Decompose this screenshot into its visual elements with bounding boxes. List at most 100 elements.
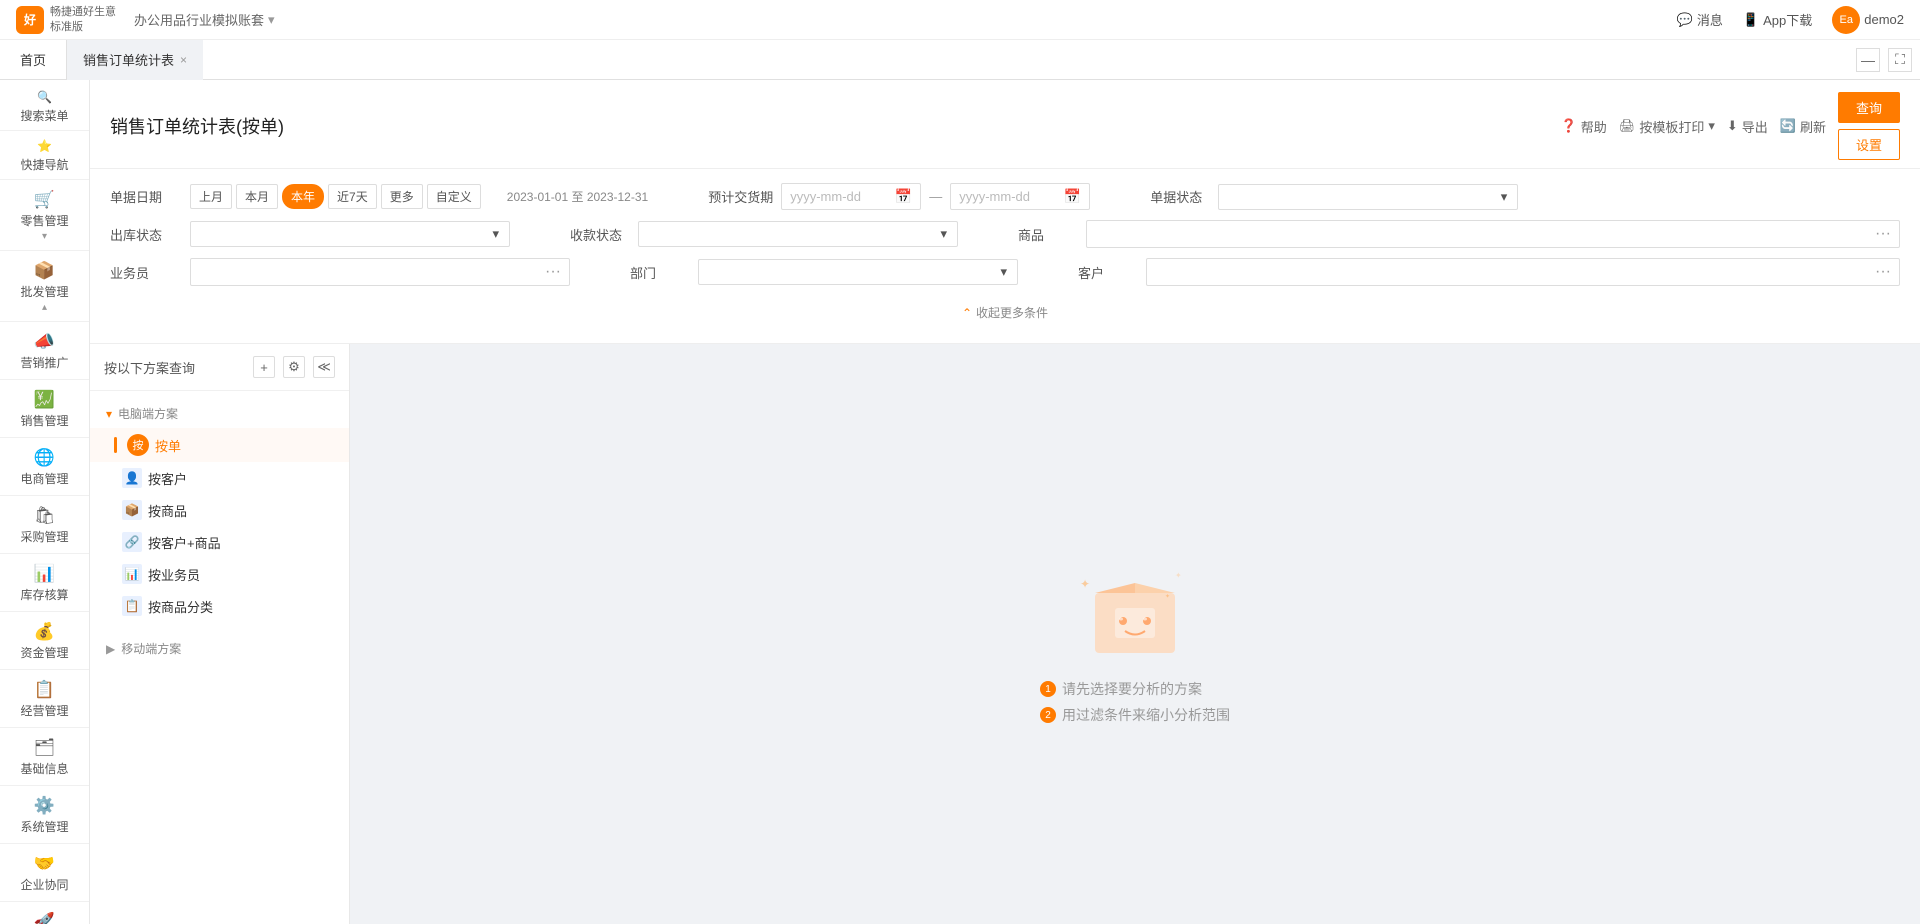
sidebar-item-basicinfo[interactable]: 🗂 基础信息 [0, 728, 89, 786]
expected-date-label: 预计交货期 [708, 187, 773, 206]
tree-node-by-category[interactable]: 📋 按商品分类 [90, 590, 349, 622]
star-icon: ⭐ [37, 139, 52, 153]
expected-date-start[interactable]: yyyy-mm-dd 📅 [781, 183, 921, 210]
this-year-btn[interactable]: 本年 [282, 184, 324, 209]
filter-panel: 单据日期 上月 本月 本年 近7天 更多 自定义 2023-01-01 至 20… [90, 169, 1920, 344]
sidebar-item-retail[interactable]: 🛒 零售管理 ▾ [0, 180, 89, 251]
sidebar-item-finance[interactable]: 💰 资金管理 [0, 612, 89, 670]
sidebar-item-management[interactable]: 📋 经营管理 [0, 670, 89, 728]
this-month-btn[interactable]: 本月 [236, 184, 278, 209]
left-panel-actions: + ⚙ ≪ [253, 356, 335, 378]
chevron-down-icon: ▾ [1000, 264, 1007, 280]
tab-close-button[interactable]: × [180, 53, 187, 67]
sidebar-item-sales[interactable]: 💹 销售管理 [0, 380, 89, 438]
refresh-button[interactable]: 🔄 刷新 [1780, 117, 1826, 136]
tree-node-by-salesperson[interactable]: 📊 按业务员 [90, 558, 349, 590]
more-date-btn[interactable]: 更多 [381, 184, 423, 209]
expected-date-end[interactable]: yyyy-mm-dd 📅 [950, 183, 1090, 210]
app-download-button[interactable]: 📱 App下载 [1743, 10, 1812, 29]
by-salesperson-icon: 📊 [122, 564, 142, 584]
receive-status-select[interactable]: ▾ [638, 221, 958, 247]
tab-minimize-button[interactable]: — [1856, 48, 1880, 72]
finance-icon: 💰 [34, 622, 55, 642]
sidebar-item-ecommerce[interactable]: 🌐 电商管理 [0, 438, 89, 496]
user-avatar-area[interactable]: Ea demo2 [1832, 6, 1904, 34]
sidebar-item-inventory[interactable]: 📊 库存核算 [0, 554, 89, 612]
top-bar-left: 好 畅捷通好生意 标准版 办公用品行业模拟账套 ▾ [16, 5, 275, 34]
tree-node-by-customer-product[interactable]: 🔗 按客户+商品 [90, 526, 349, 558]
help-button[interactable]: ❓ 帮助 [1561, 117, 1607, 136]
chevron-down-icon: ▾ [42, 231, 47, 242]
svg-text:✦: ✦ [1165, 593, 1170, 600]
department-area: 部门 ▾ [630, 259, 1018, 285]
sidebar-item-sysadmin[interactable]: ⚙️ 系统管理 [0, 786, 89, 844]
last7-btn[interactable]: 近7天 [328, 184, 377, 209]
tab-bar: 首页 销售订单统计表 × — ⛶ [0, 40, 1920, 80]
tree-node-by-product[interactable]: 📦 按商品 [90, 494, 349, 526]
salesperson-more-icon[interactable]: ··· [545, 263, 561, 281]
sidebar: 🔍 搜索菜单 ⭐ 快捷导航 🛒 零售管理 ▾ 📦 批发管理 ▴ 📣 营销推广 💹… [0, 80, 90, 924]
calendar-start-icon: 📅 [895, 188, 912, 205]
tree-node-by-customer[interactable]: 👤 按客户 [90, 462, 349, 494]
svg-text:✦: ✦ [1080, 577, 1090, 591]
ship-status-select[interactable]: ▾ [190, 221, 510, 247]
print-icon: 🖨 [1619, 118, 1636, 134]
tree-node-by-order[interactable]: 按 按单 [90, 428, 349, 462]
chevron-down-icon: ▾ [1501, 189, 1508, 205]
help-icon: ❓ [1561, 118, 1577, 134]
product-area: 商品 ··· [1018, 220, 1900, 248]
customer-select[interactable]: ··· [1146, 258, 1900, 286]
chevron-down-icon: ▾ [492, 226, 499, 242]
tree-node-pc-expand[interactable]: ▾ 电脑端方案 [90, 399, 349, 428]
template-print-button[interactable]: 🖨 按模板打印 ▾ [1619, 117, 1715, 136]
export-button[interactable]: ⬇ 导出 [1727, 117, 1768, 136]
sidebar-item-enterprise[interactable]: 🤝 企业协同 [0, 844, 89, 902]
pc-schemes-group: ▾ 电脑端方案 按 按单 👤 按客户 📦 [90, 391, 349, 630]
tab-home[interactable]: 首页 [0, 40, 67, 80]
department-select[interactable]: ▾ [698, 259, 1018, 285]
collapse-panel-button[interactable]: ≪ [313, 356, 335, 378]
salesperson-select[interactable]: ··· [190, 258, 570, 286]
retail-icon: 🛒 [34, 190, 55, 210]
more-icon[interactable]: ··· [1875, 225, 1891, 243]
print-dropdown-icon: ▾ [1708, 118, 1715, 134]
customer-area: 客户 ··· [1078, 258, 1900, 286]
tree-node-mobile-expand[interactable]: ▶ 移动端方案 [90, 634, 349, 663]
message-button[interactable]: 💬 消息 [1677, 10, 1723, 29]
tab-maximize-button[interactable]: ⛶ [1888, 48, 1912, 72]
sidebar-item-guide[interactable]: 🚀 新手引导 [0, 902, 89, 924]
sidebar-item-marketing[interactable]: 📣 营销推广 [0, 322, 89, 380]
empty-illustration: ✦ ✦ ✦ [1065, 543, 1205, 663]
sidebar-item-purchase[interactable]: 🛍 采购管理 [0, 496, 89, 554]
right-content: ✦ ✦ ✦ 1 请先选择要分析的方案 2 用过滤条件来缩小分析范围 [350, 344, 1920, 924]
setting-button[interactable]: 设置 [1838, 129, 1900, 160]
sidebar-item-wholesale[interactable]: 📦 批发管理 ▴ [0, 251, 89, 322]
last-month-btn[interactable]: 上月 [190, 184, 232, 209]
product-select[interactable]: ··· [1086, 220, 1900, 248]
order-status-area: 单据状态 ▾ [1150, 184, 1900, 210]
add-scheme-button[interactable]: + [253, 356, 275, 378]
phone-icon: 📱 [1743, 12, 1759, 28]
management-icon: 📋 [34, 680, 55, 700]
customer-label: 客户 [1078, 263, 1138, 282]
collapse-bar[interactable]: ⌃ 收起更多条件 [110, 296, 1900, 329]
mobile-schemes-group: ▶ 移动端方案 [90, 630, 349, 667]
customer-more-icon[interactable]: ··· [1875, 263, 1891, 281]
custom-date-btn[interactable]: 自定义 [427, 184, 481, 209]
by-customer-product-icon: 🔗 [122, 532, 142, 552]
query-button[interactable]: 查询 [1838, 92, 1900, 123]
order-status-select[interactable]: ▾ [1218, 184, 1518, 210]
sidebar-search-menu[interactable]: 🔍 搜索菜单 [0, 80, 89, 131]
main-layout: 🔍 搜索菜单 ⭐ 快捷导航 🛒 零售管理 ▾ 📦 批发管理 ▴ 📣 营销推广 💹… [0, 80, 1920, 924]
empty-step-1: 1 请先选择要分析的方案 [1040, 679, 1202, 699]
svg-text:✦: ✦ [1175, 571, 1182, 580]
chevron-down-icon: ▾ [940, 226, 947, 242]
active-indicator [114, 437, 117, 453]
sidebar-quick-nav[interactable]: ⭐ 快捷导航 [0, 131, 89, 180]
guide-icon: 🚀 [34, 912, 55, 924]
salesperson-label: 业务员 [110, 263, 170, 282]
date-buttons: 上月 本月 本年 近7天 更多 自定义 [190, 184, 481, 209]
scheme-setting-button[interactable]: ⚙ [283, 356, 305, 378]
tab-active[interactable]: 销售订单统计表 × [67, 40, 203, 80]
breadcrumb-dropdown[interactable]: ▾ [268, 12, 275, 28]
